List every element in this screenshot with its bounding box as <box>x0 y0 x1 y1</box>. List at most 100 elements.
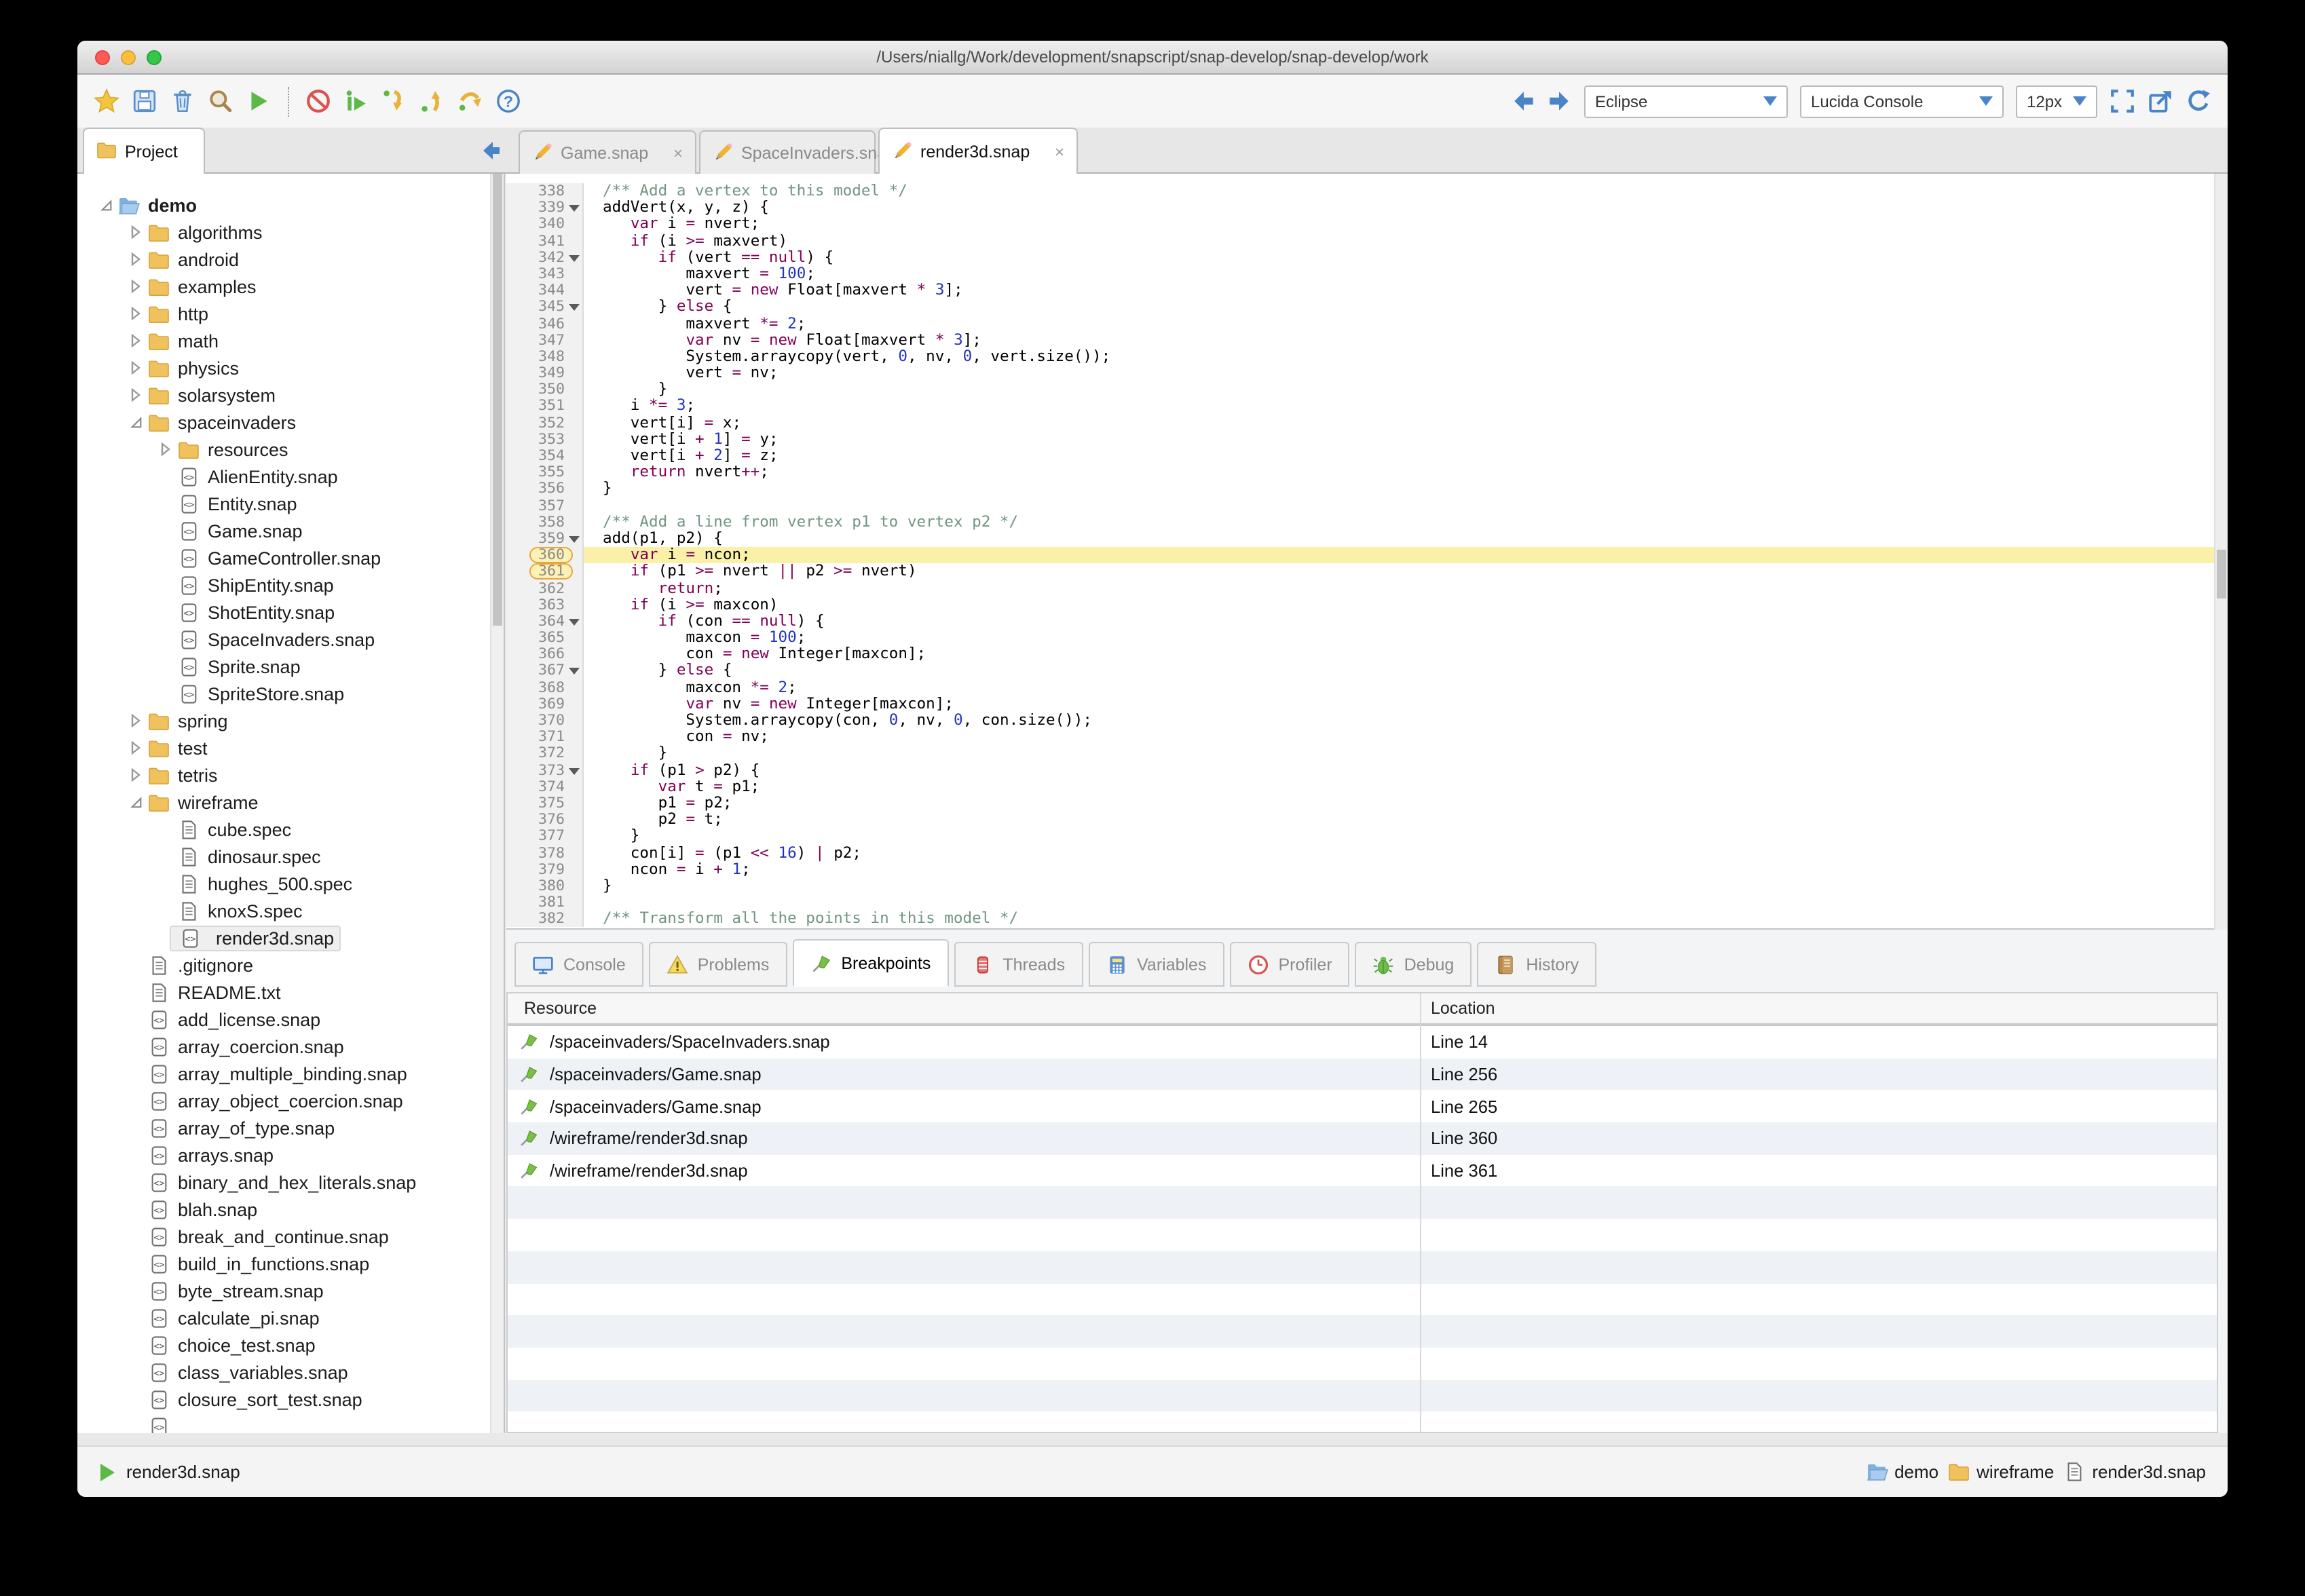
gutter-line-number[interactable]: 369 <box>506 696 584 712</box>
fold-icon[interactable] <box>569 767 580 774</box>
expander-icon[interactable] <box>126 277 145 296</box>
tree-item-wireframe[interactable]: wireframe <box>77 788 504 816</box>
code-line-352[interactable]: 352 vert[i] = x; <box>506 415 2217 431</box>
tree-item-class_variables.snap[interactable]: <>class_variables.snap <box>77 1358 504 1386</box>
gutter-line-number[interactable]: 356 <box>506 481 584 497</box>
expander-icon[interactable] <box>96 195 115 214</box>
tree-item-ShotEntity.snap[interactable]: <>ShotEntity.snap <box>77 598 504 626</box>
code-line-338[interactable]: 338/** Add a vertex to this model */ <box>506 183 2217 200</box>
tree-item-arrays.snap[interactable]: <>arrays.snap <box>77 1141 504 1168</box>
gutter-line-number[interactable]: 359 <box>506 531 584 547</box>
tree-item-build_in_functions.snap[interactable]: <>build_in_functions.snap <box>77 1250 504 1277</box>
code-line-372[interactable]: 372 } <box>506 746 2217 762</box>
gutter-line-number[interactable]: 375 <box>506 795 584 812</box>
tree-item-knoxS.spec[interactable]: knoxS.spec <box>77 897 504 924</box>
code-line-351[interactable]: 351 i *= 3; <box>506 398 2217 415</box>
code-line-374[interactable]: 374 var t = p1; <box>506 779 2217 795</box>
expander-icon[interactable] <box>126 765 145 784</box>
breakpoint-row[interactable]: /spaceinvaders/Game.snapLine 265 <box>508 1090 2217 1122</box>
gutter-line-number[interactable]: 372 <box>506 746 584 762</box>
stop-icon[interactable] <box>305 88 331 114</box>
gutter-line-number[interactable]: 343 <box>506 266 584 282</box>
tree-item-AlienEntity.snap[interactable]: <>AlienEntity.snap <box>77 463 504 490</box>
search-icon[interactable] <box>208 88 233 114</box>
code-line-375[interactable]: 375 p1 = p2; <box>506 795 2217 812</box>
step-over-icon[interactable] <box>457 88 483 114</box>
tree-item-test[interactable]: test <box>77 734 504 761</box>
gutter-line-number[interactable]: 353 <box>506 432 584 448</box>
gutter-line-number[interactable]: 360 <box>506 547 584 563</box>
panel-tab-profiler[interactable]: Profiler <box>1229 942 1349 987</box>
code-line-359[interactable]: 359add(p1, p2) { <box>506 531 2217 547</box>
code-line-340[interactable]: 340 var i = nvert; <box>506 216 2217 233</box>
tree-item-array_object_coercion.snap[interactable]: <>array_object_coercion.snap <box>77 1087 504 1114</box>
code-line-348[interactable]: 348 System.arraycopy(vert, 0, nv, 0, ver… <box>506 349 2217 365</box>
code-line-365[interactable]: 365 maxcon = 100; <box>506 630 2217 646</box>
tree-item-cube.spec[interactable]: cube.spec <box>77 816 504 843</box>
gutter-line-number[interactable]: 380 <box>506 878 584 894</box>
tree-item-closure_sort_test.snap[interactable]: <>closure_sort_test.snap <box>77 1386 504 1413</box>
resume-icon[interactable] <box>343 88 369 114</box>
panel-tab-problems[interactable]: Problems <box>649 942 787 987</box>
theme-select[interactable]: Eclipse <box>1584 85 1788 117</box>
fullscreen-icon[interactable] <box>2110 88 2135 114</box>
column-header-resource[interactable]: Resource <box>508 993 1420 1023</box>
code-line-371[interactable]: 371 con = nv; <box>506 729 2217 745</box>
tree-item-break_and_continue.snap[interactable]: <>break_and_continue.snap <box>77 1223 504 1250</box>
gutter-line-number[interactable]: 338 <box>506 183 584 200</box>
close-icon[interactable]: × <box>673 143 683 162</box>
code-line-342[interactable]: 342 if (vert == null) { <box>506 250 2217 266</box>
breakpoint-row[interactable]: /wireframe/render3d.snapLine 361 <box>508 1155 2217 1187</box>
code-line-370[interactable]: 370 System.arraycopy(con, 0, nv, 0, con.… <box>506 712 2217 729</box>
tree-item-array_of_type.snap[interactable]: <>array_of_type.snap <box>77 1114 504 1141</box>
editor-scrollbar[interactable] <box>2214 174 2228 930</box>
tree-item-dinosaur.spec[interactable]: dinosaur.spec <box>77 843 504 870</box>
font-size-select[interactable]: 12px <box>2016 85 2097 117</box>
tree-item-Entity.snap[interactable]: <>Entity.snap <box>77 490 504 517</box>
code-line-378[interactable]: 378 con[i] = (p1 << 16) | p2; <box>506 845 2217 861</box>
breadcrumb-item-render3d.snap[interactable]: render3d.snap <box>2063 1462 2206 1482</box>
panel-tab-debug[interactable]: Debug <box>1355 942 1472 987</box>
gutter-line-number[interactable]: 345 <box>506 299 584 316</box>
tree-scrollbar[interactable] <box>490 174 504 1433</box>
editor-tab-render3d.snap[interactable]: render3d.snap× <box>878 128 1078 174</box>
gutter-line-number[interactable]: 373 <box>506 762 584 778</box>
tree-scrollbar-thumb[interactable] <box>493 174 502 626</box>
code-line-380[interactable]: 380} <box>506 878 2217 894</box>
gutter-line-number[interactable]: 377 <box>506 829 584 845</box>
gutter-line-number[interactable]: 376 <box>506 812 584 828</box>
expander-icon[interactable] <box>126 223 145 242</box>
title-bar[interactable]: /Users/niallg/Work/development/snapscrip… <box>77 41 2228 75</box>
minimize-window-button[interactable] <box>121 50 136 65</box>
font-select[interactable]: Lucida Console <box>1800 85 2004 117</box>
tree-item-SpriteStore.snap[interactable]: <>SpriteStore.snap <box>77 680 504 707</box>
code-line-376[interactable]: 376 p2 = t; <box>506 812 2217 828</box>
expander-icon[interactable] <box>126 304 145 323</box>
code-line-361[interactable]: 361 if (p1 >= nvert || p2 >= nvert) <box>506 564 2217 580</box>
panel-tab-breakpoints[interactable]: Breakpoints <box>792 939 948 987</box>
expander-icon[interactable] <box>126 738 145 757</box>
gutter-line-number[interactable]: 362 <box>506 580 584 596</box>
tree-item-resources[interactable]: resources <box>77 436 504 463</box>
tree-item-blah.snap[interactable]: <>blah.snap <box>77 1196 504 1223</box>
tree-item-android[interactable]: android <box>77 246 504 273</box>
tree-item-hughes_500.spec[interactable]: hughes_500.spec <box>77 870 504 897</box>
code-line-350[interactable]: 350 } <box>506 382 2217 398</box>
tree-item-GameController.snap[interactable]: <>GameController.snap <box>77 544 504 571</box>
step-out-icon[interactable] <box>419 88 445 114</box>
expander-icon[interactable] <box>126 385 145 404</box>
gutter-line-number[interactable]: 382 <box>506 911 584 928</box>
collapse-sidebar-icon[interactable] <box>479 138 504 163</box>
code-line-360[interactable]: 360 var i = ncon; <box>506 547 2217 563</box>
gutter-line-number[interactable]: 379 <box>506 861 584 877</box>
gutter-line-number[interactable]: 342 <box>506 250 584 266</box>
fold-icon[interactable] <box>569 255 580 262</box>
breakpoint-row[interactable]: /spaceinvaders/SpaceInvaders.snapLine 14 <box>508 1026 2217 1058</box>
tree-item-add_license.snap[interactable]: <>add_license.snap <box>77 1006 504 1033</box>
panel-tab-console[interactable]: Console <box>514 942 643 987</box>
panel-tab-history[interactable]: History <box>1477 942 1596 987</box>
close-window-button[interactable] <box>95 50 110 65</box>
code-line-364[interactable]: 364 if (con == null) { <box>506 613 2217 630</box>
gutter-line-number[interactable]: 341 <box>506 233 584 249</box>
save-icon[interactable] <box>132 88 157 114</box>
